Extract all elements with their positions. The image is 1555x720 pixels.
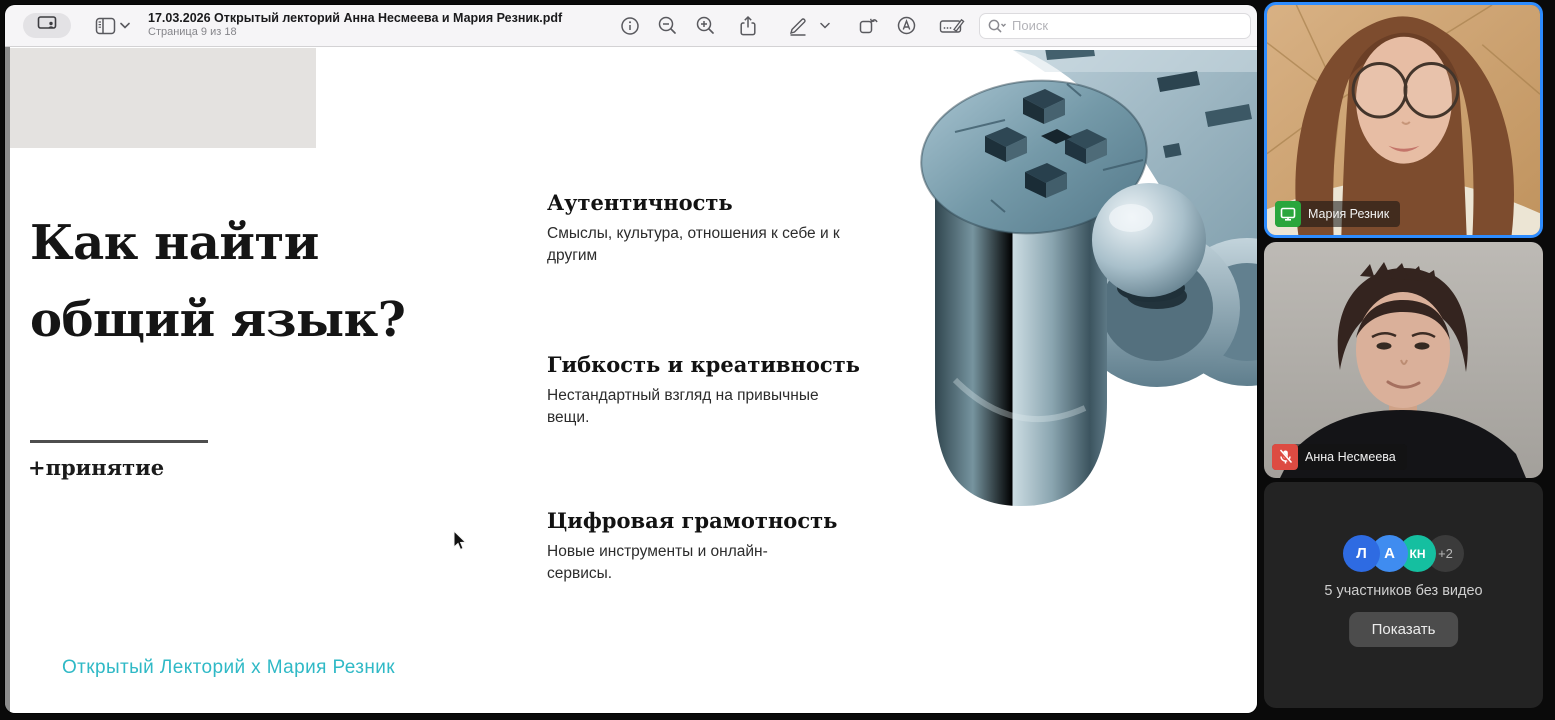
section-body-flexibility: Нестандартный взгляд на привычные вещи. [547,387,819,426]
screen: 17.03.2026 Открытый лекторий Анна Несмее… [0,0,1555,720]
zoom-in-icon[interactable] [695,15,716,36]
hidden-participants-panel: Л А КН +2 5 участников без видео Показат… [1264,482,1543,708]
plus-note: +принятие [28,455,165,480]
document-title-block: 17.03.2026 Открытый лекторий Анна Несмее… [148,11,562,40]
sidebar-toggle-button[interactable] [95,17,130,35]
game-controller-image [920,50,1257,506]
toolbar: 17.03.2026 Открытый лекторий Анна Несмее… [5,5,1257,47]
slide-heading-line1: Как найти [30,215,319,271]
document-title: 17.03.2026 Открытый лекторий Анна Несмее… [148,10,563,25]
mic-muted-icon [1272,444,1298,470]
section-body-authenticity: Смыслы, культура, отношения к себе и к д… [547,225,840,264]
zoom-out-icon[interactable] [657,15,678,36]
markup-pencil-icon[interactable] [787,15,809,36]
divider-line [30,440,208,443]
participant-name: Анна Несмеева [1305,450,1396,464]
share-icon[interactable] [738,15,758,37]
section-body-digital: Новые инструменты и онлайн-сервисы. [547,543,768,582]
video-tile-maria[interactable]: Мария Резник [1264,2,1543,238]
nametag-anna: Анна Несмеева [1272,444,1407,470]
section-title-authenticity: Аутентичность [547,190,733,215]
highlight-icon[interactable] [896,15,917,36]
slide-heading: Как найти общий язык? [30,205,406,359]
search-input[interactable] [1012,18,1242,33]
hidden-participants-label: 5 участников без видео [1324,583,1483,599]
avatar: Л [1343,535,1380,572]
slide-heading-line2: общий язык? [30,292,406,348]
section-title-digital: Цифровая грамотность [547,508,838,533]
slide-corner-rect [10,48,316,148]
preview-window: 17.03.2026 Открытый лекторий Анна Несмее… [5,5,1257,713]
chevron-down-icon [120,22,130,29]
screen-person-icon [36,15,58,36]
section-title-flexibility: Гибкость и креативность [547,352,860,377]
video-tile-anna[interactable]: Анна Несмеева [1264,242,1543,478]
nametag-maria: Мария Резник [1275,201,1401,227]
participant-name: Мария Резник [1308,207,1390,221]
avatar-row: Л А КН +2 [1264,535,1543,572]
markup-chevron-icon[interactable] [820,22,830,29]
show-participants-button[interactable]: Показать [1348,612,1459,647]
info-icon[interactable] [620,16,640,36]
pdf-page: Как найти общий язык? +принятие Аутентич… [10,47,1257,713]
screen-share-pill-button[interactable] [23,13,71,38]
anna-portrait [1264,242,1543,478]
signature-icon[interactable] [939,17,965,35]
search-icon [988,19,1007,33]
mouse-cursor [453,530,467,551]
screen-share-icon [1275,201,1301,227]
sidebar-icon [95,17,116,35]
rotate-icon[interactable] [857,15,879,36]
page-status: Страница 9 из 18 [148,26,237,39]
search-field[interactable] [979,12,1251,39]
slide-footer: Открытый Лекторий х Мария Резник [62,657,396,678]
